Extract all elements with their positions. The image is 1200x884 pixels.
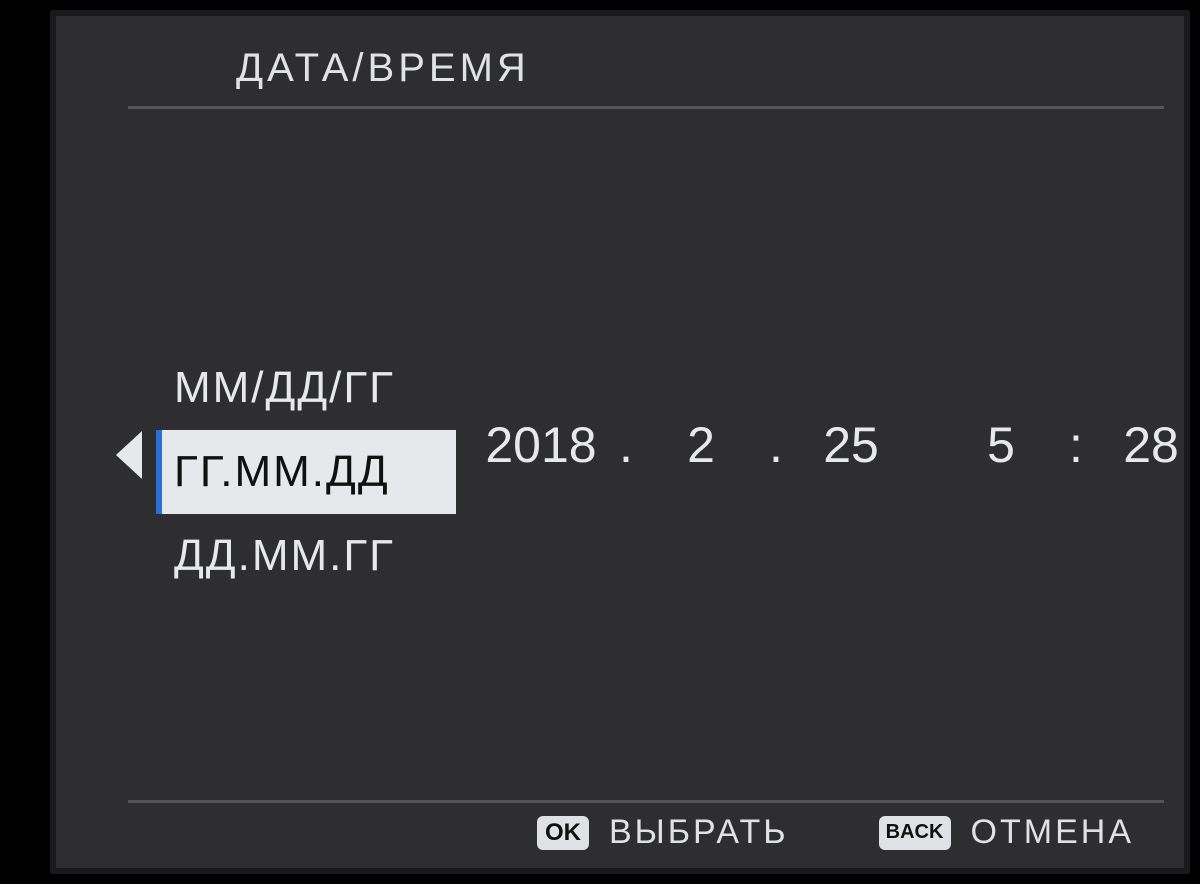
date-separator-1: . <box>606 416 646 474</box>
ok-button-label: ВЫБРАТЬ <box>609 813 789 852</box>
bottom-bar: OK ВЫБРАТЬ BACK ОТМЕНА <box>128 800 1164 852</box>
format-option-selected[interactable]: ГГ.ММ.ДД <box>156 430 456 514</box>
month-field[interactable]: 2 <box>646 416 756 474</box>
bottom-divider <box>128 800 1164 803</box>
ok-button-icon[interactable]: OK <box>537 816 589 850</box>
time-separator: : <box>1056 416 1096 474</box>
back-button-icon[interactable]: BACK <box>879 816 951 850</box>
hour-field[interactable]: 5 <box>946 416 1056 474</box>
back-button-label: ОТМЕНА <box>971 813 1134 852</box>
year-field[interactable]: 2018 <box>476 416 606 474</box>
screen-frame: ДАТА/ВРЕМЯ ММ/ДД/ГГ ГГ.ММ.ДД ДД.ММ.ГГ 20… <box>50 10 1190 874</box>
day-field[interactable]: 25 <box>796 416 906 474</box>
format-option-prev[interactable]: ММ/ДД/ГГ <box>156 346 456 430</box>
minute-field[interactable]: 28 <box>1096 416 1200 474</box>
arrow-left-icon[interactable] <box>116 431 142 479</box>
format-option-next[interactable]: ДД.ММ.ГГ <box>156 514 456 598</box>
date-separator-2: . <box>756 416 796 474</box>
datetime-values: 2018 . 2 . 25 5 : 28 PM <box>476 416 1200 474</box>
page-title: ДАТА/ВРЕМЯ <box>236 46 530 91</box>
date-format-picker[interactable]: ММ/ДД/ГГ ГГ.ММ.ДД ДД.ММ.ГГ <box>156 346 456 597</box>
top-divider <box>128 106 1164 109</box>
